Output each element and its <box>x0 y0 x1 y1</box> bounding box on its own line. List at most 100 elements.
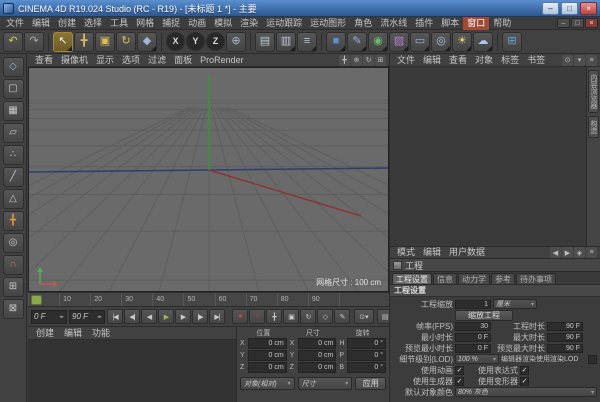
material-menu-item[interactable]: 创建 <box>31 327 59 340</box>
material-list[interactable] <box>28 340 236 402</box>
scale-tool[interactable]: ▣ <box>95 32 115 52</box>
menu-item[interactable]: 创建 <box>54 17 80 30</box>
current-frame-field[interactable]: 0 F ◂▸ <box>31 310 67 324</box>
points-mode-button[interactable]: ∴ <box>3 145 24 165</box>
toolbar-button[interactable] <box>247 32 254 52</box>
lock-z-axis-button[interactable]: Z <box>206 32 225 51</box>
menu-item[interactable]: 运动图形 <box>306 17 350 30</box>
layout-switch-button[interactable]: ⊞ <box>502 32 522 52</box>
attribute-tab[interactable]: 参考 <box>491 273 515 284</box>
menu-item[interactable]: 脚本 <box>437 17 463 30</box>
record-position-button[interactable]: ╋ <box>266 309 282 324</box>
menu-item[interactable]: 文件 <box>2 17 28 30</box>
attribute-menu-item[interactable]: 编辑 <box>419 246 445 259</box>
undo-button[interactable]: ↶ <box>3 32 23 52</box>
attribute-tab[interactable]: 待办事项 <box>516 273 556 284</box>
menu-item[interactable]: 动画 <box>184 17 210 30</box>
mdi-minimize-button[interactable]: – <box>557 18 570 28</box>
coordinate-field[interactable]: 0 cm <box>298 350 337 361</box>
am-menu-icon[interactable]: ≡ <box>586 247 597 258</box>
rotate-tool[interactable]: ↻ <box>116 32 136 52</box>
checkbox[interactable]: ✓ <box>520 366 529 375</box>
menu-item[interactable]: 窗口 <box>463 17 489 30</box>
coordinate-system-button[interactable]: ⊕ <box>226 32 246 52</box>
enable-snap-button[interactable]: ∩ <box>3 255 24 275</box>
make-editable-button[interactable]: ◇ <box>3 57 24 77</box>
keyframe-selection-dropdown[interactable]: ⊙▾ <box>354 309 374 324</box>
menu-item[interactable]: 角色 <box>350 17 376 30</box>
record-parameter-button[interactable]: ◇ <box>317 309 333 324</box>
viewport-menu-item[interactable]: 选项 <box>118 54 144 67</box>
workplane-snap-button[interactable]: ⊞ <box>3 277 24 297</box>
render-settings-button[interactable]: ≡ <box>297 32 317 52</box>
autokey-button[interactable]: ○ <box>249 309 265 324</box>
project-scale-field[interactable]: 1 <box>455 300 491 309</box>
live-selection-tool[interactable]: ↖ <box>53 32 73 52</box>
attribute-tab[interactable]: 信息 <box>433 273 457 284</box>
value-field[interactable]: 30 <box>455 322 491 331</box>
next-key-button[interactable]: |▶ <box>192 309 208 324</box>
coordinate-field[interactable]: 0 cm <box>248 362 287 373</box>
object-manager-menu-item[interactable]: 标签 <box>497 54 523 67</box>
coordinate-mode-dropdown[interactable]: 对象(相对)▾ <box>240 377 295 390</box>
checkbox[interactable]: ✓ <box>520 377 529 386</box>
next-frame-button[interactable]: ▶ <box>175 309 191 324</box>
am-lock-icon[interactable]: ◈ <box>574 247 585 258</box>
minimize-button[interactable]: – <box>542 2 559 15</box>
coordinate-field[interactable]: 0 ° <box>347 350 386 361</box>
add-subdivision-button[interactable]: ◉ <box>368 32 388 52</box>
goto-end-button[interactable]: ▶| <box>209 309 225 324</box>
mdi-close-button[interactable]: × <box>585 18 598 28</box>
menu-item[interactable]: 选择 <box>80 17 106 30</box>
add-sky-button[interactable]: ☁ <box>473 32 493 52</box>
timeline-playhead[interactable] <box>31 295 42 305</box>
render-lod-checkbox[interactable] <box>588 355 597 364</box>
prev-frame-button[interactable]: ◀ <box>141 309 157 324</box>
viewport-rotate-icon[interactable]: ↻ <box>363 55 374 66</box>
value-field[interactable]: 90 F <box>547 333 583 342</box>
menu-item[interactable]: 捕捉 <box>158 17 184 30</box>
viewport-menu-item[interactable]: 摄像机 <box>57 54 92 67</box>
move-tool[interactable]: ╋ <box>74 32 94 52</box>
lock-x-axis-button[interactable]: X <box>166 32 185 51</box>
checkbox[interactable]: ✓ <box>455 377 464 386</box>
stepper-icon[interactable]: ◂▸ <box>97 314 102 320</box>
coordinate-field[interactable]: 0 cm <box>248 338 287 349</box>
scale-project-button[interactable]: 缩放工程 <box>455 310 513 321</box>
mdi-restore-button[interactable]: □ <box>571 18 584 28</box>
menu-item[interactable]: 流水线 <box>376 17 411 30</box>
add-floor-button[interactable]: ▭ <box>410 32 430 52</box>
section-header[interactable]: 工程设置 <box>390 285 600 297</box>
value-field[interactable]: 0 F <box>455 344 491 353</box>
lod-dropdown[interactable]: 100 %▾ <box>455 354 499 364</box>
coordinate-field[interactable]: 0 cm <box>298 362 337 373</box>
record-scale-button[interactable]: ▣ <box>283 309 299 324</box>
viewport-pan-icon[interactable]: ╋ <box>339 55 350 66</box>
close-button[interactable]: × <box>580 2 597 15</box>
om-search-icon[interactable]: ⊙ <box>562 55 573 66</box>
viewport-zoom-icon[interactable]: ⊕ <box>351 55 362 66</box>
viewport-canvas[interactable]: 网格尺寸 : 100 cm <box>28 67 389 292</box>
stepper-icon[interactable]: ◂▸ <box>59 314 64 320</box>
object-manager-menu-item[interactable]: 查看 <box>445 54 471 67</box>
workplane-mode-button[interactable]: ▱ <box>3 123 24 143</box>
toolbar-button[interactable] <box>158 32 165 52</box>
attribute-tab[interactable]: 工程设置 <box>392 273 432 284</box>
viewport-toggle-icon[interactable]: ⊞ <box>375 55 386 66</box>
add-spline-button[interactable]: ✎ <box>347 32 367 52</box>
record-keyframe-button[interactable]: ● <box>232 309 248 324</box>
menu-item[interactable]: 帮助 <box>489 17 515 30</box>
menu-item[interactable]: 运动跟踪 <box>262 17 306 30</box>
apply-button[interactable]: 应用 <box>355 377 386 390</box>
side-tab[interactable]: 内容浏览器 <box>588 70 599 113</box>
om-menu-icon[interactable]: ≡ <box>586 55 597 66</box>
edges-mode-button[interactable]: ╱ <box>3 167 24 187</box>
menu-item[interactable]: 插件 <box>411 17 437 30</box>
texture-mode-button[interactable]: ▦ <box>3 101 24 121</box>
viewport-menu-item[interactable]: ProRender <box>196 54 248 67</box>
play-button[interactable]: ▶ <box>158 309 174 324</box>
prev-key-button[interactable]: ◀| <box>124 309 140 324</box>
value-field[interactable]: 90 F <box>547 322 583 331</box>
object-list[interactable]: 内容浏览器构造 <box>390 67 600 247</box>
value-field[interactable]: 0 F <box>455 333 491 342</box>
